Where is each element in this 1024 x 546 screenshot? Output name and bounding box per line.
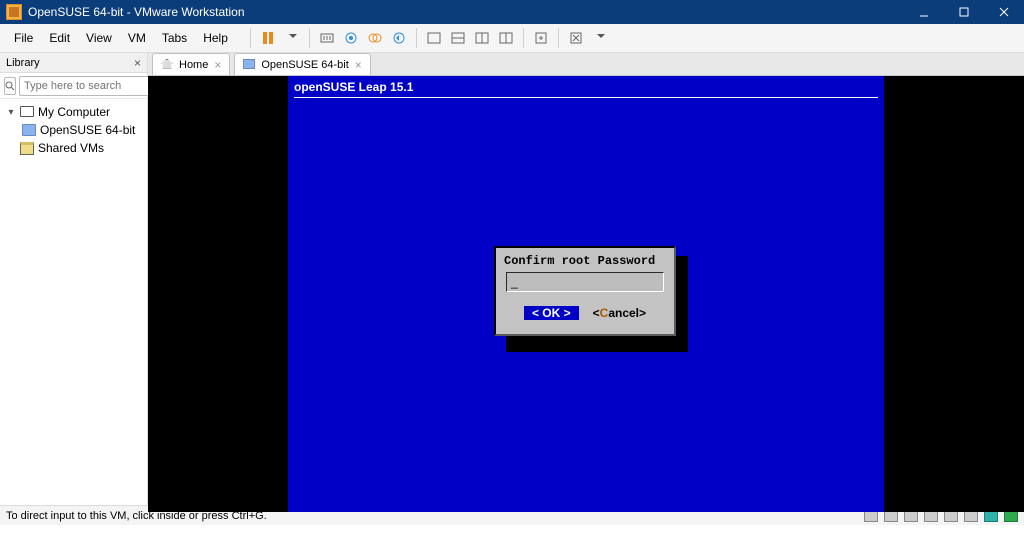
tree-my-computer[interactable]: ▾ My Computer [0,103,147,121]
view-unity-button[interactable] [471,27,493,49]
menu-file[interactable]: File [6,29,41,47]
tree-shared-vms[interactable]: Shared VMs [0,139,147,157]
vm-tabs: Home × OpenSUSE 64-bit × [148,53,1024,76]
revert-snapshot-button[interactable] [388,27,410,49]
fullscreen-button[interactable] [530,27,552,49]
stretch-dropdown[interactable] [589,27,611,49]
window-title: OpenSUSE 64-bit - VMware Workstation [28,5,904,19]
toolbar [242,24,1024,52]
root-password-input[interactable]: _ [506,272,664,292]
library-search: ▾ [0,73,147,99]
view-multimon-button[interactable] [495,27,517,49]
tab-close-icon[interactable]: × [355,58,362,72]
menu-view[interactable]: View [78,29,120,47]
menu-bar: File Edit View VM Tabs Help [0,27,242,49]
chevron-down-icon [597,34,605,42]
folder-icon [20,142,34,154]
snapshot-manager-button[interactable] [364,27,386,49]
tab-home[interactable]: Home × [152,53,230,75]
home-icon [161,59,173,71]
tree-collapse-icon[interactable]: ▾ [6,107,16,118]
confirm-root-password-dialog: Confirm root Password _ < OK > <Cancel> [494,246,676,336]
content-area: Home × OpenSUSE 64-bit × openSUSE Leap 1… [148,53,1024,505]
tab-close-icon[interactable]: × [214,58,221,72]
minimize-button[interactable] [904,0,944,24]
power-dropdown[interactable] [281,27,303,49]
library-close-icon[interactable]: × [134,56,141,70]
tab-label: Home [179,59,208,71]
cancel-button[interactable]: <Cancel> [593,306,646,320]
send-ctrl-alt-del-button[interactable] [316,27,338,49]
tree-label: My Computer [38,105,110,119]
guest-screen: openSUSE Leap 15.1 Confirm root Password… [288,76,884,512]
menu-edit[interactable]: Edit [41,29,78,47]
toolbar-separator [523,28,524,48]
toolbar-separator [250,28,251,48]
view-console-button[interactable] [423,27,445,49]
chevron-down-icon [289,34,297,42]
vm-icon [243,59,255,71]
library-title: Library [6,57,40,69]
computer-icon [20,106,34,118]
guest-header-rule [294,97,878,98]
toolbar-separator [309,28,310,48]
search-icon[interactable] [4,77,16,95]
toolbar-separator [558,28,559,48]
password-cursor: _ [511,275,518,289]
library-sidebar: Library × ▾ ▾ My Computer OpenSUSE 64-bi… [0,53,148,505]
pause-icon [263,32,273,44]
stretch-guest-button[interactable] [565,27,587,49]
window-titlebar: OpenSUSE 64-bit - VMware Workstation [0,0,1024,24]
menu-tabs[interactable]: Tabs [154,29,195,47]
menu-vm[interactable]: VM [120,29,154,47]
tree-label: OpenSUSE 64-bit [40,123,135,137]
menu-help[interactable]: Help [195,29,236,47]
tab-opensuse[interactable]: OpenSUSE 64-bit × [234,53,370,75]
toolbar-separator [416,28,417,48]
tree-vm-opensuse[interactable]: OpenSUSE 64-bit [0,121,147,139]
app-icon [6,4,22,20]
dialog-buttons: < OK > <Cancel> [496,306,674,320]
maximize-button[interactable] [944,0,984,24]
tree-label: Shared VMs [38,141,104,155]
view-thumbnail-button[interactable] [447,27,469,49]
snapshot-button[interactable] [340,27,362,49]
library-tree: ▾ My Computer OpenSUSE 64-bit Shared VMs [0,99,147,505]
vm-icon [22,124,36,136]
pause-vm-button[interactable] [257,27,279,49]
dialog-title: Confirm root Password [496,248,674,270]
ok-button[interactable]: < OK > [524,306,579,320]
close-button[interactable] [984,0,1024,24]
guest-header: openSUSE Leap 15.1 [294,80,413,94]
vm-console[interactable]: openSUSE Leap 15.1 Confirm root Password… [148,76,1024,512]
library-header: Library × [0,53,147,73]
tab-label: OpenSUSE 64-bit [261,59,348,71]
